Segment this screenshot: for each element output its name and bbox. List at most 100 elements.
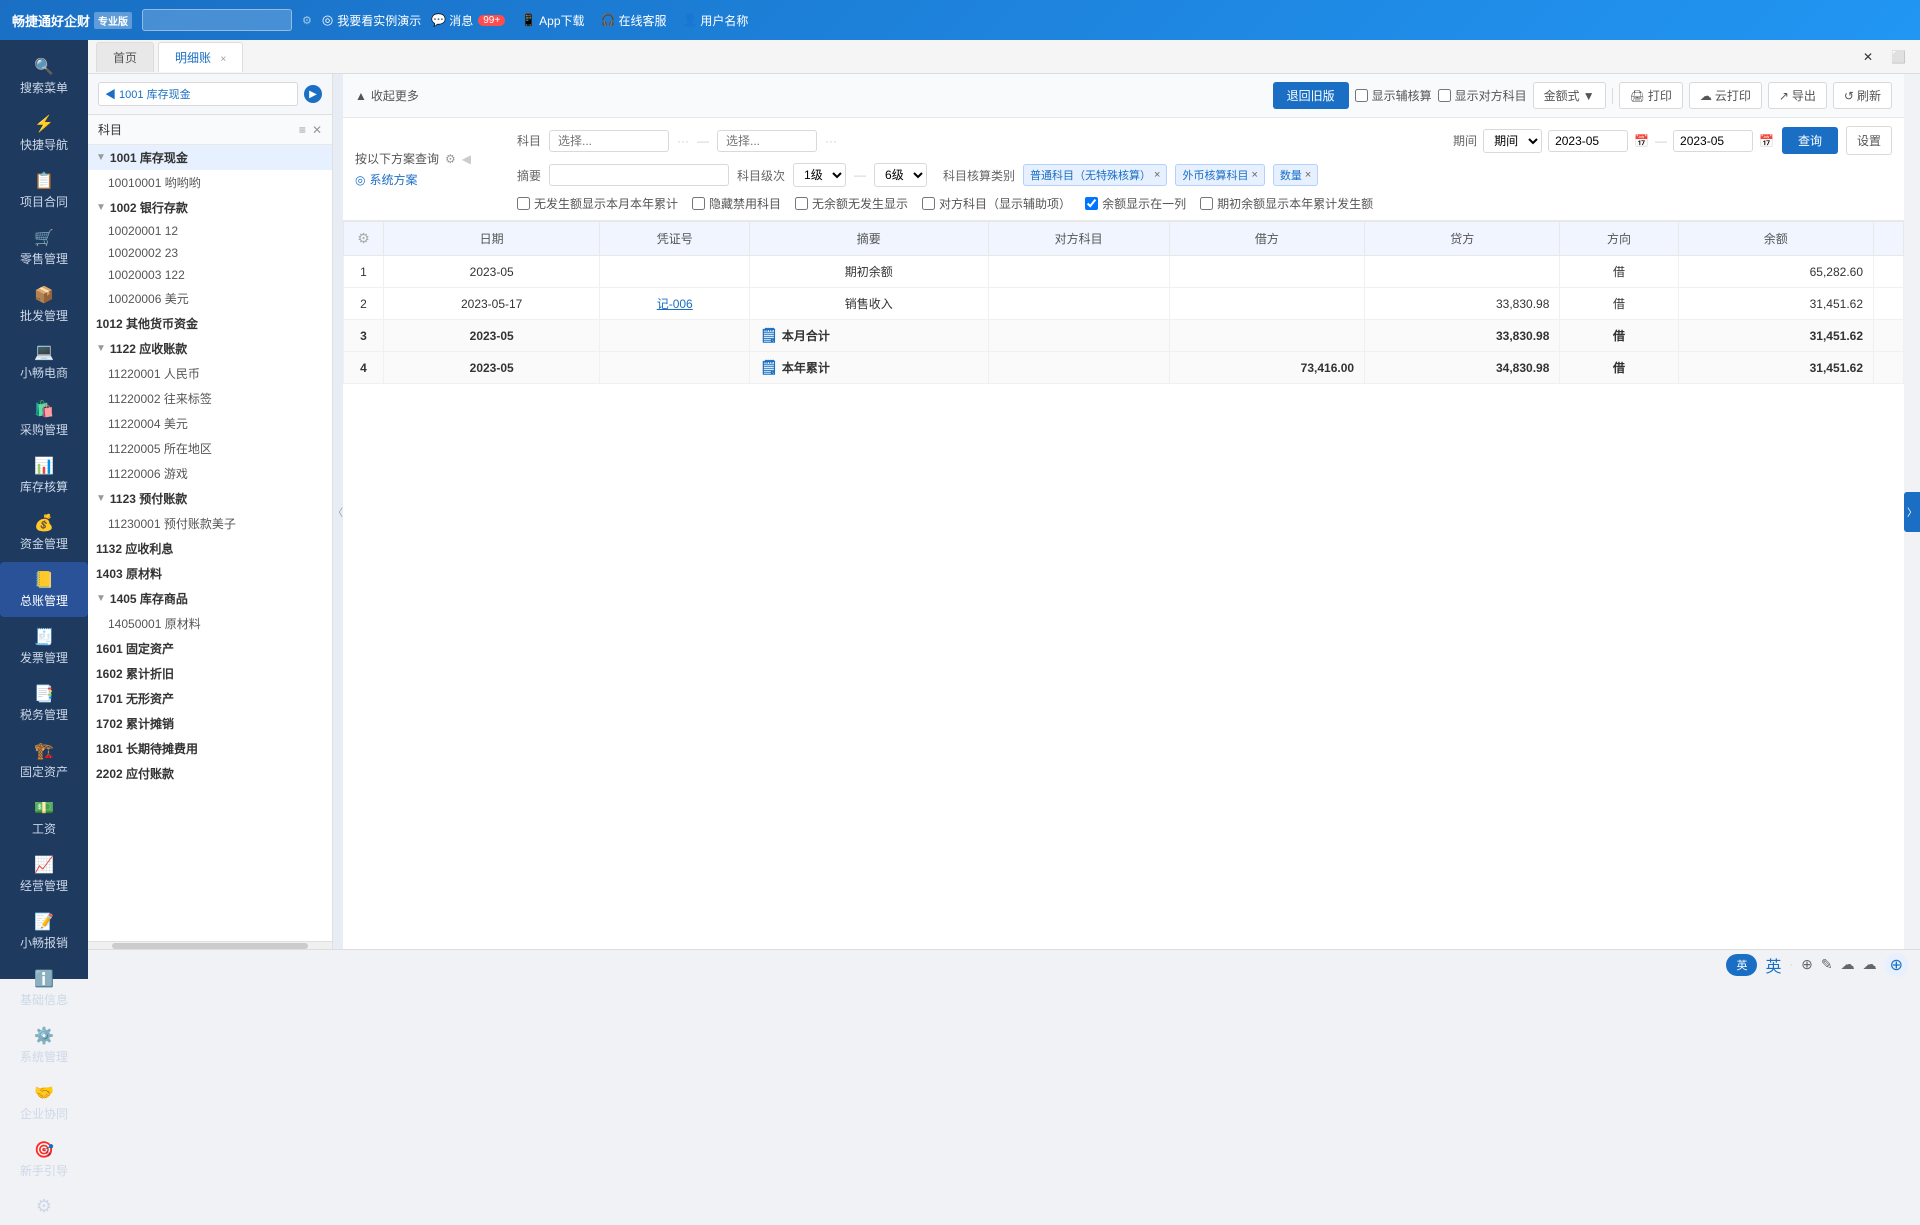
- check6-group[interactable]: 期初余额显示本年累计发生额: [1200, 195, 1373, 212]
- type-tag3[interactable]: 数量 ×: [1273, 164, 1318, 186]
- tree-node-1012[interactable]: 1012 其他货币资金: [88, 311, 332, 336]
- check3[interactable]: [795, 197, 808, 210]
- period-calendar-icon2[interactable]: 📅: [1759, 134, 1774, 148]
- demo-link[interactable]: ◎ 我要看实例演示: [322, 12, 421, 29]
- collapse-more-btn[interactable]: ▲ 收起更多: [355, 87, 419, 104]
- tree-node-1702[interactable]: 1702 累计摊销: [88, 711, 332, 736]
- type-tag1-remove[interactable]: ×: [1154, 169, 1160, 181]
- back-old-btn[interactable]: 退回旧版: [1273, 82, 1349, 109]
- th-settings[interactable]: ⚙: [344, 222, 384, 256]
- show-counter-check[interactable]: 显示对方科目: [1438, 87, 1527, 104]
- check5[interactable]: [1085, 197, 1098, 210]
- level-start-select[interactable]: 1级: [793, 163, 846, 187]
- check6[interactable]: [1200, 197, 1213, 210]
- sidebar-item-fixed-assets[interactable]: 🏗️ 固定资产: [0, 733, 88, 788]
- type-tag1[interactable]: 普通科目（无特殊核算） ×: [1023, 164, 1167, 186]
- settings-btn[interactable]: 设置: [1846, 126, 1892, 155]
- sidebar-item-inventory[interactable]: 📊 库存核算: [0, 448, 88, 503]
- tree-node-10010001[interactable]: 10010001 哟哟哟: [88, 170, 332, 195]
- period-type-select[interactable]: 期间: [1483, 129, 1542, 153]
- system-scheme-btn[interactable]: ◎ 系统方案: [355, 171, 505, 188]
- tree-node-1132[interactable]: 1132 应收利息: [88, 536, 332, 561]
- helper-checkbox[interactable]: [1355, 89, 1368, 102]
- tree-node-10020006[interactable]: 10020006 美元: [88, 286, 332, 311]
- filter-icon1[interactable]: ≡: [299, 123, 306, 137]
- tree-node-1403[interactable]: 1403 原材料: [88, 561, 332, 586]
- window-close-btn[interactable]: ✕: [1857, 48, 1879, 66]
- sidebar-item-guide[interactable]: 🎯 新手引导: [0, 1132, 88, 1187]
- tab-detail[interactable]: 明细账 ×: [158, 42, 243, 72]
- sidebar-item-retail[interactable]: 🛒 零售管理: [0, 220, 88, 275]
- type-tag3-remove[interactable]: ×: [1305, 169, 1311, 181]
- sidebar-item-system[interactable]: ⚙️ 系统管理: [0, 1018, 88, 1073]
- eat-btn[interactable]: 英: [1726, 954, 1757, 976]
- sidebar-item-purchase[interactable]: 🛍️ 采购管理: [0, 391, 88, 446]
- cloud-print-btn[interactable]: ☁ 云打印: [1689, 82, 1762, 109]
- tree-node-1801[interactable]: 1801 长期待摊费用: [88, 736, 332, 761]
- check4[interactable]: [922, 197, 935, 210]
- tree-node-1002[interactable]: ▼ 1002 银行存款: [88, 195, 332, 220]
- query-btn[interactable]: 查询: [1782, 127, 1838, 154]
- tree-search-box[interactable]: ◀ 1001 库存现金: [98, 82, 298, 106]
- tab-home[interactable]: 首页: [96, 42, 154, 72]
- panel-collapse-handle[interactable]: 〈: [333, 74, 343, 949]
- amount-style-btn[interactable]: 金额式 ▼: [1533, 82, 1606, 109]
- check2-group[interactable]: 隐藏禁用科目: [692, 195, 781, 212]
- tree-scrollbar[interactable]: [88, 941, 332, 949]
- message-btn[interactable]: 💬 消息 99+: [431, 12, 505, 29]
- window-maximize-btn[interactable]: ⬜: [1885, 48, 1912, 66]
- refresh-btn[interactable]: ↺ 刷新: [1833, 82, 1892, 109]
- kemu-end-input[interactable]: [717, 130, 817, 152]
- tree-node-10020002[interactable]: 10020002 23: [88, 242, 332, 264]
- right-edge-btn[interactable]: 〉: [1904, 492, 1920, 532]
- table-container[interactable]: ⚙ 日期 凭证号 摘要 对方科目 借方 贷方 方向 余额: [343, 221, 1904, 949]
- period-start-input[interactable]: [1548, 130, 1628, 152]
- type-tag2[interactable]: 外币核算科目 ×: [1175, 164, 1264, 186]
- status-icon2[interactable]: ⊕: [1801, 956, 1813, 973]
- col-settings-icon[interactable]: ⚙: [357, 230, 370, 246]
- status-icon3[interactable]: ✎: [1821, 956, 1833, 973]
- tree-node-10020003[interactable]: 10020003 122: [88, 264, 332, 286]
- level-end-select[interactable]: 6级: [874, 163, 927, 187]
- period-calendar-icon[interactable]: 📅: [1634, 134, 1649, 148]
- tree-node-1601[interactable]: 1601 固定资产: [88, 636, 332, 661]
- sidebar-item-basic[interactable]: ℹ️ 基础信息: [0, 961, 88, 1016]
- tab-close-btn[interactable]: ×: [220, 54, 226, 65]
- tree-node-1602[interactable]: 1602 累计折旧: [88, 661, 332, 686]
- tree-node-1001[interactable]: ▼ 1001 库存现金: [88, 145, 332, 170]
- sidebar-item-capital[interactable]: 💰 资金管理: [0, 505, 88, 560]
- tree-node-14050001[interactable]: 14050001 原材料: [88, 611, 332, 636]
- sidebar-settings[interactable]: ⚙: [28, 1188, 60, 1225]
- tree-node-11220002[interactable]: 11220002 往来标签: [88, 386, 332, 411]
- sidebar-item-report[interactable]: 📝 小畅报销: [0, 904, 88, 959]
- tree-nav-arrow[interactable]: ▶: [304, 85, 322, 103]
- tree-node-1701[interactable]: 1701 无形资产: [88, 686, 332, 711]
- status-icon5[interactable]: ☁: [1863, 956, 1877, 973]
- sidebar-item-ledger[interactable]: 📒 总账管理: [0, 562, 88, 617]
- sidebar-item-wholesale[interactable]: 📦 批发管理: [0, 277, 88, 332]
- check1-group[interactable]: 无发生额显示本月本年累计: [517, 195, 678, 212]
- tree-body[interactable]: ▼ 1001 库存现金 10010001 哟哟哟 ▼ 1002 银行存款 100…: [88, 145, 332, 941]
- check4-group[interactable]: 对方科目（显示辅助项）: [922, 195, 1071, 212]
- kemu-input[interactable]: [549, 130, 669, 152]
- tree-node-10020001[interactable]: 10020001 12: [88, 220, 332, 242]
- tree-node-11220001[interactable]: 11220001 人民币: [88, 361, 332, 386]
- sidebar-item-business[interactable]: 📈 经营管理: [0, 847, 88, 902]
- tree-node-11220005[interactable]: 11220005 所在地区: [88, 436, 332, 461]
- show-helper-check[interactable]: 显示辅核算: [1355, 87, 1432, 104]
- online-service-btn[interactable]: 🎧 在线客服: [601, 12, 667, 29]
- tree-node-11230001[interactable]: 11230001 预付账款美子: [88, 511, 332, 536]
- sidebar-item-invoice[interactable]: 🧾 发票管理: [0, 619, 88, 674]
- sidebar-item-project[interactable]: 📋 项目合同: [0, 163, 88, 218]
- tree-node-11220004[interactable]: 11220004 美元: [88, 411, 332, 436]
- settings-icon[interactable]: ⚙: [302, 14, 312, 27]
- sidebar-item-ecommerce[interactable]: 💻 小畅电商: [0, 334, 88, 389]
- sidebar-item-quicknav[interactable]: ⚡ 快捷导航: [0, 106, 88, 161]
- export-btn[interactable]: ↗ 导出: [1768, 82, 1827, 109]
- td-voucher-link[interactable]: 记-006: [600, 288, 750, 320]
- query-collapse-icon[interactable]: ◀: [462, 152, 471, 166]
- check5-group[interactable]: 余额显示在一列: [1085, 195, 1186, 212]
- tree-node-1123[interactable]: ▼ 1123 预付账款: [88, 486, 332, 511]
- print-btn[interactable]: 🖨 打印: [1619, 82, 1683, 109]
- user-avatar[interactable]: 👤 用户名称: [682, 12, 748, 29]
